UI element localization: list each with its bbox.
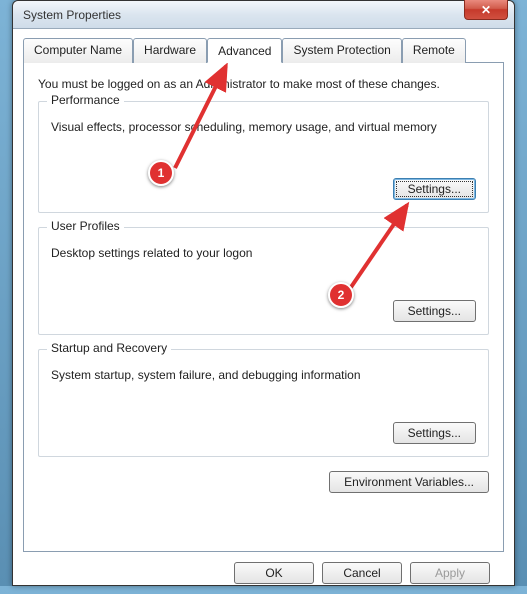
environment-variables-button[interactable]: Environment Variables... <box>329 471 489 493</box>
cancel-button[interactable]: Cancel <box>322 562 402 584</box>
group-user-profiles-desc: Desktop settings related to your logon <box>51 246 476 260</box>
startup-settings-button[interactable]: Settings... <box>393 422 476 444</box>
tabstrip: Computer Name Hardware Advanced System P… <box>23 37 504 62</box>
performance-settings-button[interactable]: Settings... <box>393 178 476 200</box>
tab-computer-name[interactable]: Computer Name <box>23 38 133 63</box>
close-button[interactable]: ✕ <box>464 0 508 20</box>
dialog-buttons: OK Cancel Apply <box>23 552 504 584</box>
group-startup-desc: System startup, system failure, and debu… <box>51 368 476 382</box>
apply-button[interactable]: Apply <box>410 562 490 584</box>
ok-button[interactable]: OK <box>234 562 314 584</box>
tab-advanced[interactable]: Advanced <box>207 38 282 63</box>
tab-hardware[interactable]: Hardware <box>133 38 207 63</box>
window-title: System Properties <box>23 8 121 22</box>
content-area: Computer Name Hardware Advanced System P… <box>13 29 514 594</box>
group-user-profiles: User Profiles Desktop settings related t… <box>38 227 489 335</box>
tab-system-protection[interactable]: System Protection <box>282 38 401 63</box>
titlebar: System Properties ✕ <box>13 1 514 29</box>
group-performance-desc: Visual effects, processor scheduling, me… <box>51 120 476 134</box>
group-performance-title: Performance <box>47 93 124 107</box>
group-performance: Performance Visual effects, processor sc… <box>38 101 489 213</box>
group-user-profiles-title: User Profiles <box>47 219 124 233</box>
system-properties-window: System Properties ✕ Computer Name Hardwa… <box>12 0 515 586</box>
tab-panel-advanced: You must be logged on as an Administrato… <box>23 62 504 552</box>
intro-text: You must be logged on as an Administrato… <box>38 77 489 91</box>
tab-remote[interactable]: Remote <box>402 38 466 63</box>
user-profiles-settings-button[interactable]: Settings... <box>393 300 476 322</box>
close-icon: ✕ <box>481 3 491 17</box>
group-startup-title: Startup and Recovery <box>47 341 171 355</box>
group-startup-recovery: Startup and Recovery System startup, sys… <box>38 349 489 457</box>
